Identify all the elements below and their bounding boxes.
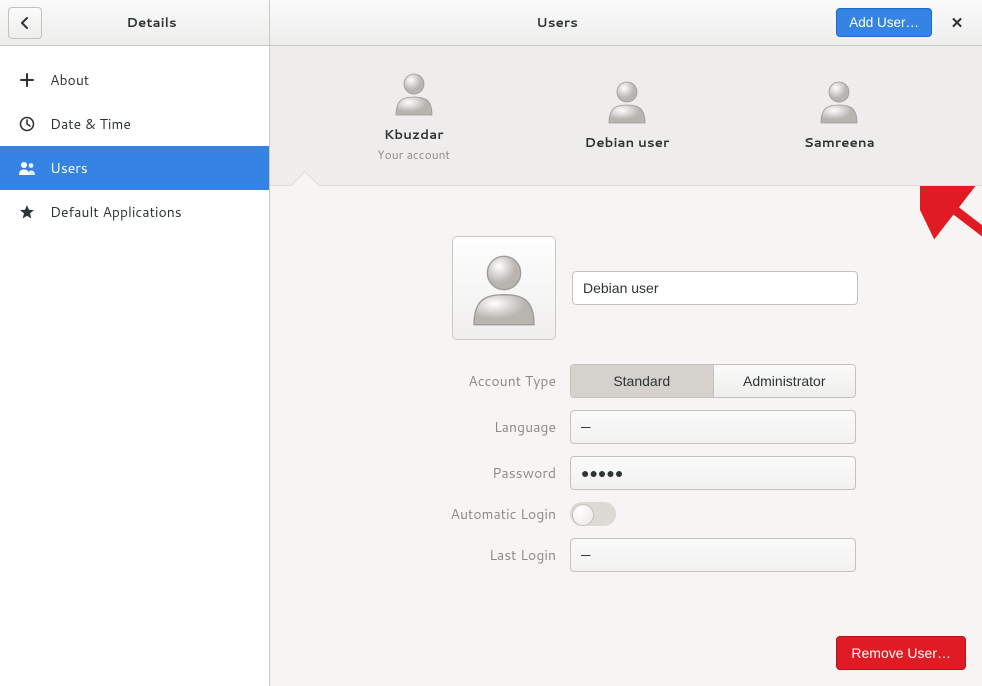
automatic-login-toggle[interactable] — [570, 502, 616, 526]
sidebar-item-about[interactable]: About — [0, 58, 269, 102]
avatar-icon — [815, 77, 863, 125]
add-user-button[interactable]: Add User… — [836, 8, 932, 37]
plus-icon — [18, 71, 36, 89]
language-button[interactable]: — — [570, 410, 856, 444]
label-password: Password — [310, 463, 570, 483]
people-icon — [18, 159, 36, 177]
titlebar-right: Users Add User… ✕ — [270, 0, 982, 45]
row-language: Language — — [310, 410, 942, 444]
last-login-value: — — [581, 545, 590, 565]
avatar-picker[interactable] — [452, 236, 556, 340]
sidebar-item-label: About — [50, 70, 89, 90]
label-automatic-login: Automatic Login — [310, 504, 570, 524]
account-type-administrator[interactable]: Administrator — [714, 365, 856, 397]
sidebar-item-label: Default Applications — [50, 202, 182, 222]
sidebar-item-label: Users — [50, 158, 88, 178]
name-row — [310, 236, 942, 340]
row-last-login: Last Login — — [310, 538, 942, 572]
password-button[interactable]: ●●●●● — [570, 456, 856, 490]
sidebar: About Date & Time Users Default Applicat… — [0, 46, 270, 686]
page-title: Users — [278, 13, 836, 32]
label-language: Language — [310, 417, 570, 437]
details-title: Details — [42, 13, 261, 32]
user-subtitle: Your account — [377, 146, 450, 163]
avatar-icon — [603, 77, 651, 125]
back-button[interactable] — [8, 7, 42, 39]
label-last-login: Last Login — [310, 545, 570, 565]
titlebar-left: Details — [0, 0, 270, 45]
full-name-input[interactable] — [572, 271, 858, 305]
main: About Date & Time Users Default Applicat… — [0, 46, 982, 686]
row-account-type: Account Type Standard Administrator — [310, 364, 942, 398]
form-area: Account Type Standard Administrator Lang… — [270, 186, 982, 686]
label-account-type: Account Type — [310, 371, 570, 391]
user-carousel: Kbuzdar Your account Debian user Samreen… — [270, 46, 982, 186]
sidebar-item-default-applications[interactable]: Default Applications — [0, 190, 269, 234]
avatar-icon — [390, 69, 438, 117]
close-icon: ✕ — [951, 12, 964, 33]
chevron-left-icon — [19, 17, 31, 29]
account-type-standard[interactable]: Standard — [571, 365, 714, 397]
clock-icon — [18, 115, 36, 133]
account-type-toggle: Standard Administrator — [570, 364, 856, 398]
close-button[interactable]: ✕ — [940, 6, 974, 40]
user-name: Kbuzdar — [384, 125, 444, 144]
user-tile-samreena[interactable]: Samreena — [804, 77, 875, 154]
last-login-button[interactable]: — — [570, 538, 856, 572]
content: Kbuzdar Your account Debian user Samreen… — [270, 46, 982, 686]
sidebar-item-date-time[interactable]: Date & Time — [0, 102, 269, 146]
star-icon — [18, 203, 36, 221]
password-value: ●●●●● — [581, 463, 623, 483]
remove-user-button[interactable]: Remove User… — [836, 636, 966, 670]
sidebar-item-label: Date & Time — [50, 114, 131, 134]
row-password: Password ●●●●● — [310, 456, 942, 490]
sidebar-item-users[interactable]: Users — [0, 146, 269, 190]
avatar-icon — [464, 248, 544, 328]
titlebar: Details Users Add User… ✕ — [0, 0, 982, 46]
user-name: Debian user — [585, 133, 670, 152]
user-tile-kbuzdar[interactable]: Kbuzdar Your account — [377, 69, 450, 163]
language-value: — — [581, 417, 590, 437]
row-automatic-login: Automatic Login — [310, 502, 942, 526]
user-name: Samreena — [804, 133, 875, 152]
user-tile-debian-user[interactable]: Debian user — [585, 77, 670, 154]
